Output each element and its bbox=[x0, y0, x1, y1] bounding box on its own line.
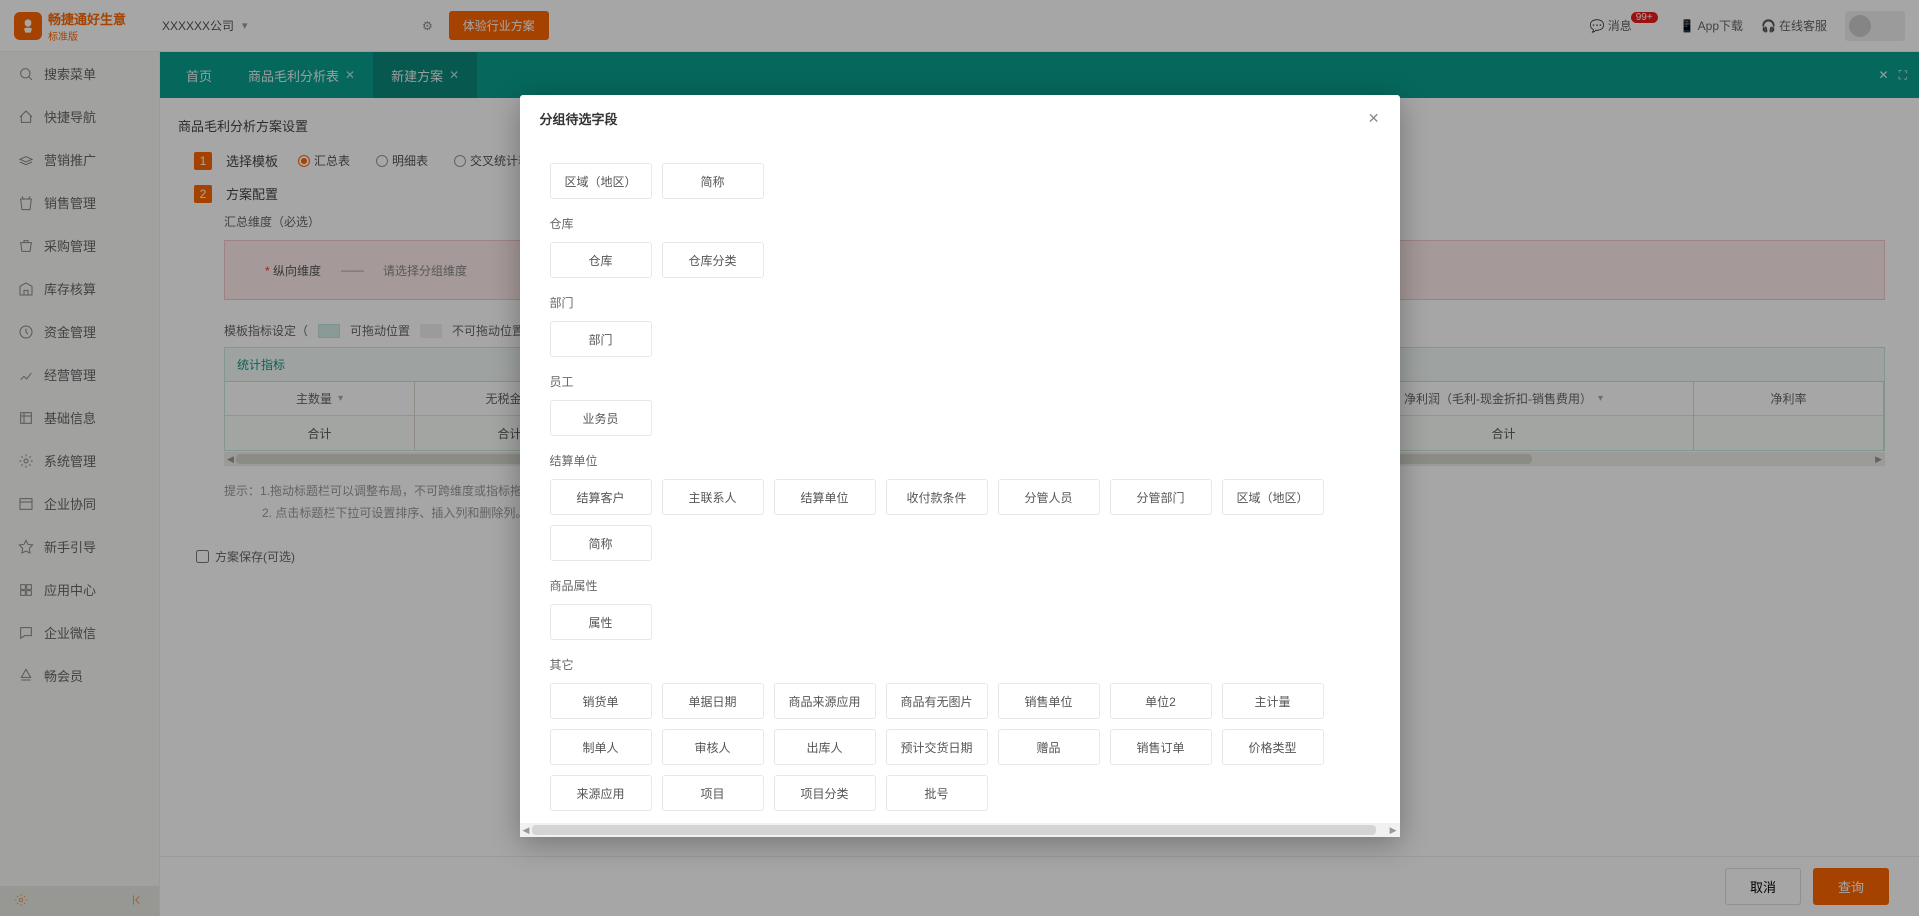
chip[interactable]: 销货单 bbox=[550, 683, 652, 719]
modal-h-scrollbar[interactable] bbox=[520, 823, 1400, 837]
chip[interactable]: 项目分类 bbox=[774, 775, 876, 811]
modal-close-icon[interactable]: ✕ bbox=[1368, 110, 1380, 127]
chip[interactable]: 审核人 bbox=[662, 729, 764, 765]
group-title: 仓库 bbox=[550, 215, 1370, 232]
chip[interactable]: 分管人员 bbox=[998, 479, 1100, 515]
group-title: 部门 bbox=[550, 294, 1370, 311]
group-field-modal: 分组待选字段 ✕ 客户客户分类分管部门分管人员主联系人主联系人销售单位区域（地区… bbox=[520, 95, 1400, 837]
chip[interactable]: 项目 bbox=[662, 775, 764, 811]
chip[interactable]: 出库人 bbox=[774, 729, 876, 765]
chip[interactable]: 属性 bbox=[550, 604, 652, 640]
modal-body: 客户客户分类分管部门分管人员主联系人主联系人销售单位区域（地区）简称仓库仓库仓库… bbox=[520, 142, 1400, 819]
chip[interactable]: 分管部门 bbox=[1110, 479, 1212, 515]
chip[interactable]: 仓库分类 bbox=[662, 242, 764, 278]
chip[interactable]: 销售单位 bbox=[998, 683, 1100, 719]
chip[interactable]: 预计交货日期 bbox=[886, 729, 988, 765]
chip[interactable]: 仓库 bbox=[550, 242, 652, 278]
chip[interactable]: 主计量 bbox=[1222, 683, 1324, 719]
chip[interactable]: 制单人 bbox=[550, 729, 652, 765]
chip[interactable]: 区域（地区） bbox=[1222, 479, 1324, 515]
group-title: 结算单位 bbox=[550, 452, 1370, 469]
group-title: 商品属性 bbox=[550, 577, 1370, 594]
chip[interactable]: 商品来源应用 bbox=[774, 683, 876, 719]
chip[interactable]: 单据日期 bbox=[662, 683, 764, 719]
group-title: 员工 bbox=[550, 373, 1370, 390]
chip[interactable]: 收付款条件 bbox=[886, 479, 988, 515]
chip[interactable]: 主联系人 bbox=[662, 479, 764, 515]
modal-title: 分组待选字段 bbox=[540, 109, 618, 128]
chip[interactable]: 价格类型 bbox=[1222, 729, 1324, 765]
chip[interactable]: 商品有无图片 bbox=[886, 683, 988, 719]
chip[interactable]: 销售订单 bbox=[1110, 729, 1212, 765]
chip[interactable]: 简称 bbox=[550, 525, 652, 561]
chip[interactable]: 区域（地区） bbox=[550, 163, 652, 199]
chip[interactable]: 业务员 bbox=[550, 400, 652, 436]
chip[interactable]: 赠品 bbox=[998, 729, 1100, 765]
chip[interactable]: 部门 bbox=[550, 321, 652, 357]
chip[interactable]: 批号 bbox=[886, 775, 988, 811]
chip[interactable]: 结算单位 bbox=[774, 479, 876, 515]
chip[interactable]: 结算客户 bbox=[550, 479, 652, 515]
group-title: 其它 bbox=[550, 656, 1370, 673]
chip[interactable]: 来源应用 bbox=[550, 775, 652, 811]
chip[interactable]: 简称 bbox=[662, 163, 764, 199]
chip[interactable]: 单位2 bbox=[1110, 683, 1212, 719]
